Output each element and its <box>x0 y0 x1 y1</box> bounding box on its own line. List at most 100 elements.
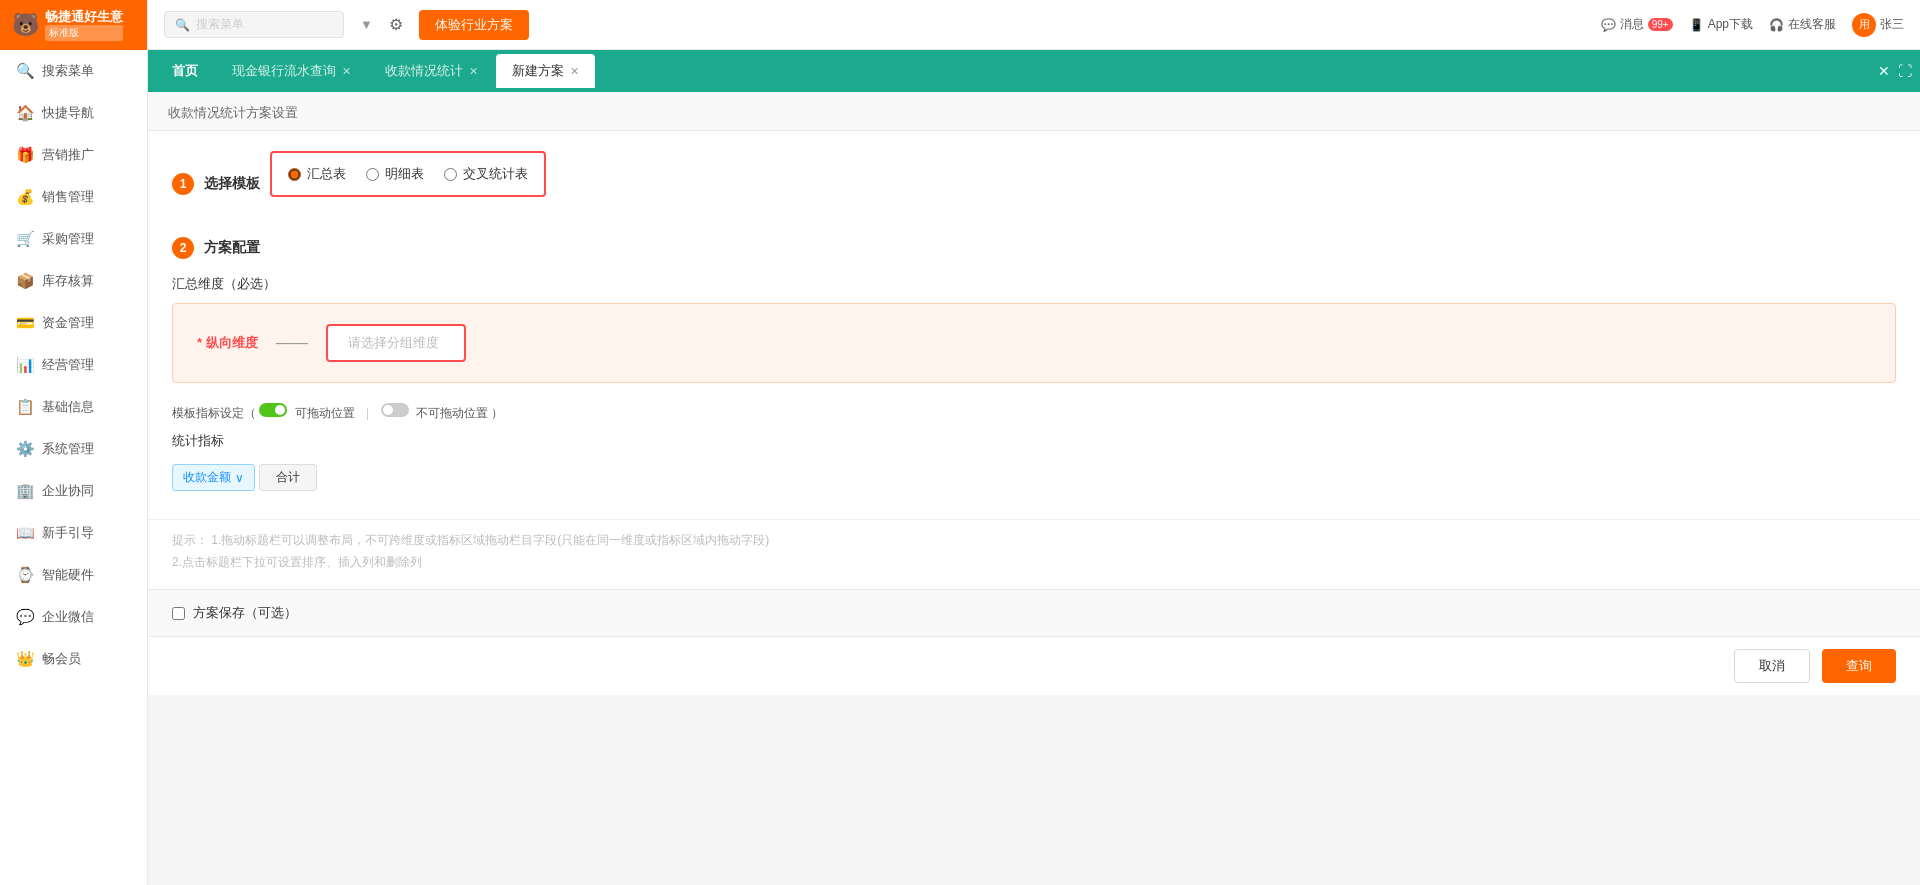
sidebar-item-enterprise[interactable]: 🏢 企业协同 <box>0 470 147 512</box>
message-item[interactable]: 💬 消息 99+ <box>1601 16 1673 33</box>
dimension-select[interactable]: 请选择分组维度 <box>326 324 466 362</box>
operations-icon: 📊 <box>16 356 34 374</box>
search-menu-icon: 🔍 <box>16 62 34 80</box>
dimension-placeholder: 请选择分组维度 <box>348 335 439 350</box>
service-label: 在线客服 <box>1788 16 1836 33</box>
settings-icon[interactable]: ⚙ <box>389 15 403 34</box>
step1-label: 选择模板 <box>204 175 260 193</box>
template-section: 汇总表 明细表 交叉统计表 <box>270 151 546 197</box>
dropdown-arrow-icon[interactable]: ▼ <box>360 17 373 32</box>
tabbar: 首页 现金银行流水查询 ✕ 收款情况统计 ✕ 新建方案 ✕ ✕ ⛶ <box>148 50 1920 92</box>
tab-collection-stat-close[interactable]: ✕ <box>469 65 478 78</box>
save-label[interactable]: 方案保存（可选） <box>193 604 297 622</box>
content-area: 收款情况统计方案设置 1 选择模板 汇总表 <box>148 92 1920 885</box>
metric-dropdown-icon[interactable]: ∨ <box>235 471 244 485</box>
sidebar-item-inventory[interactable]: 📦 库存核算 <box>0 260 147 302</box>
dimension-arrow: —— <box>276 334 308 352</box>
tab-bank-flow-label: 现金银行流水查询 <box>232 62 336 80</box>
sidebar-label-purchase: 采购管理 <box>42 230 94 248</box>
radio-summary-input[interactable] <box>288 168 301 181</box>
radio-summary[interactable]: 汇总表 <box>288 165 346 183</box>
sidebar-label-enterprise: 企业协同 <box>42 482 94 500</box>
user-item[interactable]: 用 张三 <box>1852 13 1904 37</box>
sidebar-label-marketing: 营销推广 <box>42 146 94 164</box>
member-icon: 👑 <box>16 650 34 668</box>
sidebar-item-marketing[interactable]: 🎁 营销推广 <box>0 134 147 176</box>
footer-bar: 取消 查询 <box>148 636 1920 695</box>
message-icon: 💬 <box>1601 18 1616 32</box>
dimension-row: * 纵向维度 —— 请选择分组维度 <box>197 324 1871 362</box>
tab-bank-flow-close[interactable]: ✕ <box>342 65 351 78</box>
tab-new-plan-close[interactable]: ✕ <box>570 65 579 78</box>
page-title: 收款情况统计方案设置 <box>148 92 1920 131</box>
sidebar-item-member[interactable]: 👑 畅会员 <box>0 638 147 680</box>
sidebar: 🐻 畅捷通好生意 标准版 🔍 搜索菜单 🏠 快捷导航 🎁 营销推广 💰 销售管理… <box>0 0 148 885</box>
sidebar-item-guide[interactable]: 📖 新手引导 <box>0 512 147 554</box>
user-name: 张三 <box>1880 16 1904 33</box>
topbar: 🔍 搜索菜单 ▼ ⚙ 体验行业方案 💬 消息 99+ 📱 App下载 🎧 在线客… <box>148 0 1920 50</box>
logo-icon: 🐻 <box>12 12 39 38</box>
download-item[interactable]: 📱 App下载 <box>1689 16 1753 33</box>
sidebar-label-wechat: 企业微信 <box>42 608 94 626</box>
marketing-icon: 🎁 <box>16 146 34 164</box>
tab-collection-stat[interactable]: 收款情况统计 ✕ <box>369 54 494 88</box>
search-box[interactable]: 🔍 搜索菜单 <box>164 11 344 38</box>
service-icon: 🎧 <box>1769 18 1784 32</box>
sidebar-item-operations[interactable]: 📊 经营管理 <box>0 344 147 386</box>
sidebar-item-system[interactable]: ⚙️ 系统管理 <box>0 428 147 470</box>
sidebar-label-guide: 新手引导 <box>42 524 94 542</box>
sidebar-item-quick-nav[interactable]: 🏠 快捷导航 <box>0 92 147 134</box>
sidebar-item-basic-info[interactable]: 📋 基础信息 <box>0 386 147 428</box>
query-button[interactable]: 查询 <box>1822 649 1896 683</box>
tab-close-all-btn[interactable]: ✕ <box>1878 63 1890 79</box>
step1-circle: 1 <box>172 173 194 195</box>
service-item[interactable]: 🎧 在线客服 <box>1769 16 1836 33</box>
sidebar-item-smart-hw[interactable]: ⌚ 智能硬件 <box>0 554 147 596</box>
sidebar-logo: 🐻 畅捷通好生意 标准版 <box>0 0 147 50</box>
sidebar-label-sales: 销售管理 <box>42 188 94 206</box>
user-avatar: 用 <box>1852 13 1876 37</box>
save-checkbox[interactable] <box>172 607 185 620</box>
enterprise-icon: 🏢 <box>16 482 34 500</box>
tab-new-plan[interactable]: 新建方案 ✕ <box>496 54 595 88</box>
cancel-button[interactable]: 取消 <box>1734 649 1810 683</box>
sidebar-label-basic-info: 基础信息 <box>42 398 94 416</box>
metric-total: 合计 <box>259 464 317 491</box>
inventory-icon: 📦 <box>16 272 34 290</box>
non-draggable-toggle[interactable] <box>381 403 409 417</box>
draggable-toggle[interactable] <box>259 403 287 417</box>
metrics-label: 统计指标 <box>172 432 1896 450</box>
radio-detail-input[interactable] <box>366 168 379 181</box>
radio-cross[interactable]: 交叉统计表 <box>444 165 528 183</box>
system-icon: ⚙️ <box>16 440 34 458</box>
download-label: App下载 <box>1708 16 1753 33</box>
metrics-header: 模板指标设定（ 可拖动位置 | 不可拖动位置 ） <box>172 403 1896 422</box>
logo-name: 畅捷通好生意 <box>45 9 123 25</box>
metrics-section: 模板指标设定（ 可拖动位置 | 不可拖动位置 ） 统计指标 <box>172 403 1896 491</box>
sidebar-item-finance[interactable]: 💳 资金管理 <box>0 302 147 344</box>
tab-fullscreen-btn[interactable]: ⛶ <box>1898 63 1912 79</box>
sidebar-item-search-menu[interactable]: 🔍 搜索菜单 <box>0 50 147 92</box>
sidebar-label-inventory: 库存核算 <box>42 272 94 290</box>
metric-tag[interactable]: 收款金额 ∨ <box>172 464 255 491</box>
quick-nav-icon: 🏠 <box>16 104 34 122</box>
save-section: 方案保存（可选） <box>148 589 1920 636</box>
industry-btn[interactable]: 体验行业方案 <box>419 10 529 40</box>
sidebar-item-sales[interactable]: 💰 销售管理 <box>0 176 147 218</box>
tips-section: 提示： 1.拖动标题栏可以调整布局，不可跨维度或指标区域拖动栏目字段(只能在同一… <box>148 519 1920 589</box>
sidebar-label-smart-hw: 智能硬件 <box>42 566 94 584</box>
radio-group: 汇总表 明细表 交叉统计表 <box>288 165 528 183</box>
tab-bank-flow[interactable]: 现金银行流水查询 ✕ <box>216 54 367 88</box>
sidebar-item-purchase[interactable]: 🛒 采购管理 <box>0 218 147 260</box>
tip-1: 提示： 1.拖动标题栏可以调整布局，不可跨维度或指标区域拖动栏目字段(只能在同一… <box>172 530 1896 552</box>
radio-cross-input[interactable] <box>444 168 457 181</box>
radio-detail[interactable]: 明细表 <box>366 165 424 183</box>
tab-home[interactable]: 首页 <box>156 54 214 88</box>
sidebar-item-wechat[interactable]: 💬 企业微信 <box>0 596 147 638</box>
radio-detail-label: 明细表 <box>385 165 424 183</box>
form-section: 1 选择模板 汇总表 明细表 <box>148 131 1920 511</box>
sidebar-label-member: 畅会员 <box>42 650 81 668</box>
metric-tag-label: 收款金额 <box>183 469 231 486</box>
finance-icon: 💳 <box>16 314 34 332</box>
tabbar-right: ✕ ⛶ <box>1878 63 1912 79</box>
